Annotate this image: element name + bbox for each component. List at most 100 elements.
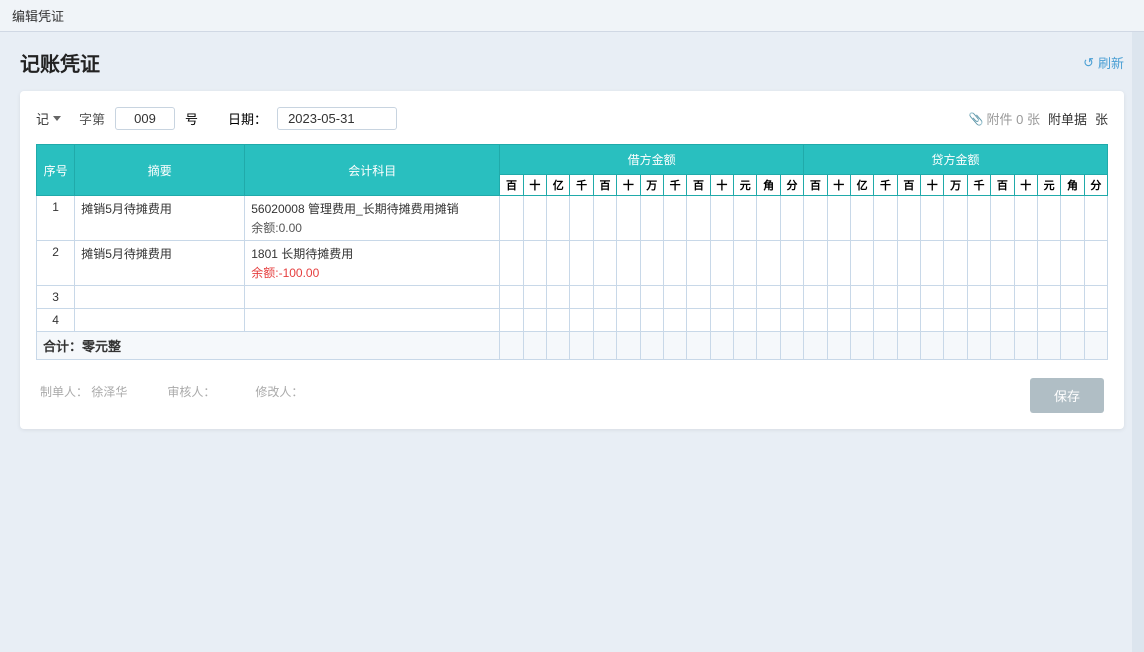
debit-cell[interactable] [570, 196, 593, 241]
credit-cell[interactable] [897, 241, 920, 286]
credit-cell[interactable] [1037, 241, 1060, 286]
debit-cell[interactable] [617, 286, 640, 309]
credit-cell[interactable] [1084, 196, 1107, 241]
debit-cell[interactable] [500, 286, 523, 309]
credit-cell[interactable] [921, 241, 944, 286]
credit-cell[interactable] [1014, 309, 1037, 332]
debit-cell[interactable] [570, 241, 593, 286]
credit-cell[interactable] [850, 309, 873, 332]
credit-cell[interactable] [827, 196, 850, 241]
debit-cell[interactable] [734, 241, 757, 286]
debit-cell[interactable] [640, 286, 663, 309]
credit-cell[interactable] [1037, 196, 1060, 241]
debit-cell[interactable] [640, 196, 663, 241]
debit-cell[interactable] [523, 309, 546, 332]
credit-cell[interactable] [850, 241, 873, 286]
credit-cell[interactable] [804, 196, 827, 241]
debit-cell[interactable] [734, 309, 757, 332]
debit-cell[interactable] [663, 196, 686, 241]
credit-cell[interactable] [991, 241, 1014, 286]
debit-cell[interactable] [710, 309, 733, 332]
debit-cell[interactable] [617, 241, 640, 286]
credit-cell[interactable] [991, 309, 1014, 332]
debit-cell[interactable] [663, 241, 686, 286]
credit-cell[interactable] [1014, 196, 1037, 241]
debit-cell[interactable] [757, 241, 780, 286]
debit-cell[interactable] [780, 309, 803, 332]
row-summary[interactable]: 摊销5月待摊费用 [75, 241, 245, 286]
debit-cell[interactable] [593, 241, 616, 286]
row-summary[interactable] [75, 309, 245, 332]
credit-cell[interactable] [991, 286, 1014, 309]
debit-cell[interactable] [734, 286, 757, 309]
row-account[interactable] [245, 286, 500, 309]
debit-cell[interactable] [687, 309, 710, 332]
debit-cell[interactable] [500, 241, 523, 286]
date-input[interactable] [277, 107, 397, 130]
credit-cell[interactable] [1084, 241, 1107, 286]
debit-cell[interactable] [780, 286, 803, 309]
debit-cell[interactable] [687, 196, 710, 241]
debit-cell[interactable] [593, 309, 616, 332]
credit-cell[interactable] [850, 286, 873, 309]
debit-cell[interactable] [640, 309, 663, 332]
credit-cell[interactable] [874, 286, 897, 309]
credit-cell[interactable] [827, 309, 850, 332]
credit-cell[interactable] [897, 286, 920, 309]
credit-cell[interactable] [1061, 241, 1084, 286]
credit-cell[interactable] [921, 196, 944, 241]
debit-cell[interactable] [547, 286, 570, 309]
debit-cell[interactable] [687, 241, 710, 286]
debit-cell[interactable] [523, 286, 546, 309]
debit-cell[interactable] [710, 241, 733, 286]
debit-cell[interactable] [757, 286, 780, 309]
debit-cell[interactable] [547, 241, 570, 286]
voucher-number-input[interactable] [115, 107, 175, 130]
debit-cell[interactable] [780, 241, 803, 286]
credit-cell[interactable] [1037, 286, 1060, 309]
debit-cell[interactable] [780, 196, 803, 241]
row-account[interactable]: 56020008 管理费用_长期待摊费用摊销余额:0.00 [245, 196, 500, 241]
debit-cell[interactable] [500, 309, 523, 332]
credit-cell[interactable] [1061, 196, 1084, 241]
credit-cell[interactable] [897, 196, 920, 241]
row-summary[interactable]: 摊销5月待摊费用 [75, 196, 245, 241]
credit-cell[interactable] [967, 309, 990, 332]
debit-cell[interactable] [710, 196, 733, 241]
credit-cell[interactable] [967, 286, 990, 309]
debit-cell[interactable] [663, 309, 686, 332]
credit-cell[interactable] [804, 241, 827, 286]
debit-cell[interactable] [547, 196, 570, 241]
debit-cell[interactable] [547, 309, 570, 332]
credit-cell[interactable] [874, 196, 897, 241]
debit-cell[interactable] [523, 196, 546, 241]
credit-cell[interactable] [921, 309, 944, 332]
credit-cell[interactable] [850, 196, 873, 241]
refresh-button[interactable]: ↺ 刷新 [1083, 53, 1124, 72]
debit-cell[interactable] [710, 286, 733, 309]
debit-cell[interactable] [500, 196, 523, 241]
debit-cell[interactable] [663, 286, 686, 309]
ji-select[interactable]: 记 [36, 109, 61, 128]
credit-cell[interactable] [1037, 309, 1060, 332]
debit-cell[interactable] [593, 196, 616, 241]
debit-cell[interactable] [617, 196, 640, 241]
credit-cell[interactable] [944, 196, 967, 241]
credit-cell[interactable] [804, 309, 827, 332]
credit-cell[interactable] [967, 196, 990, 241]
row-summary[interactable] [75, 286, 245, 309]
debit-cell[interactable] [593, 286, 616, 309]
credit-cell[interactable] [1084, 309, 1107, 332]
credit-cell[interactable] [1014, 241, 1037, 286]
debit-cell[interactable] [617, 309, 640, 332]
credit-cell[interactable] [804, 286, 827, 309]
debit-cell[interactable] [640, 241, 663, 286]
credit-cell[interactable] [827, 286, 850, 309]
debit-cell[interactable] [570, 309, 593, 332]
credit-cell[interactable] [921, 286, 944, 309]
debit-cell[interactable] [757, 196, 780, 241]
debit-cell[interactable] [734, 196, 757, 241]
credit-cell[interactable] [967, 241, 990, 286]
credit-cell[interactable] [1084, 286, 1107, 309]
debit-cell[interactable] [757, 309, 780, 332]
